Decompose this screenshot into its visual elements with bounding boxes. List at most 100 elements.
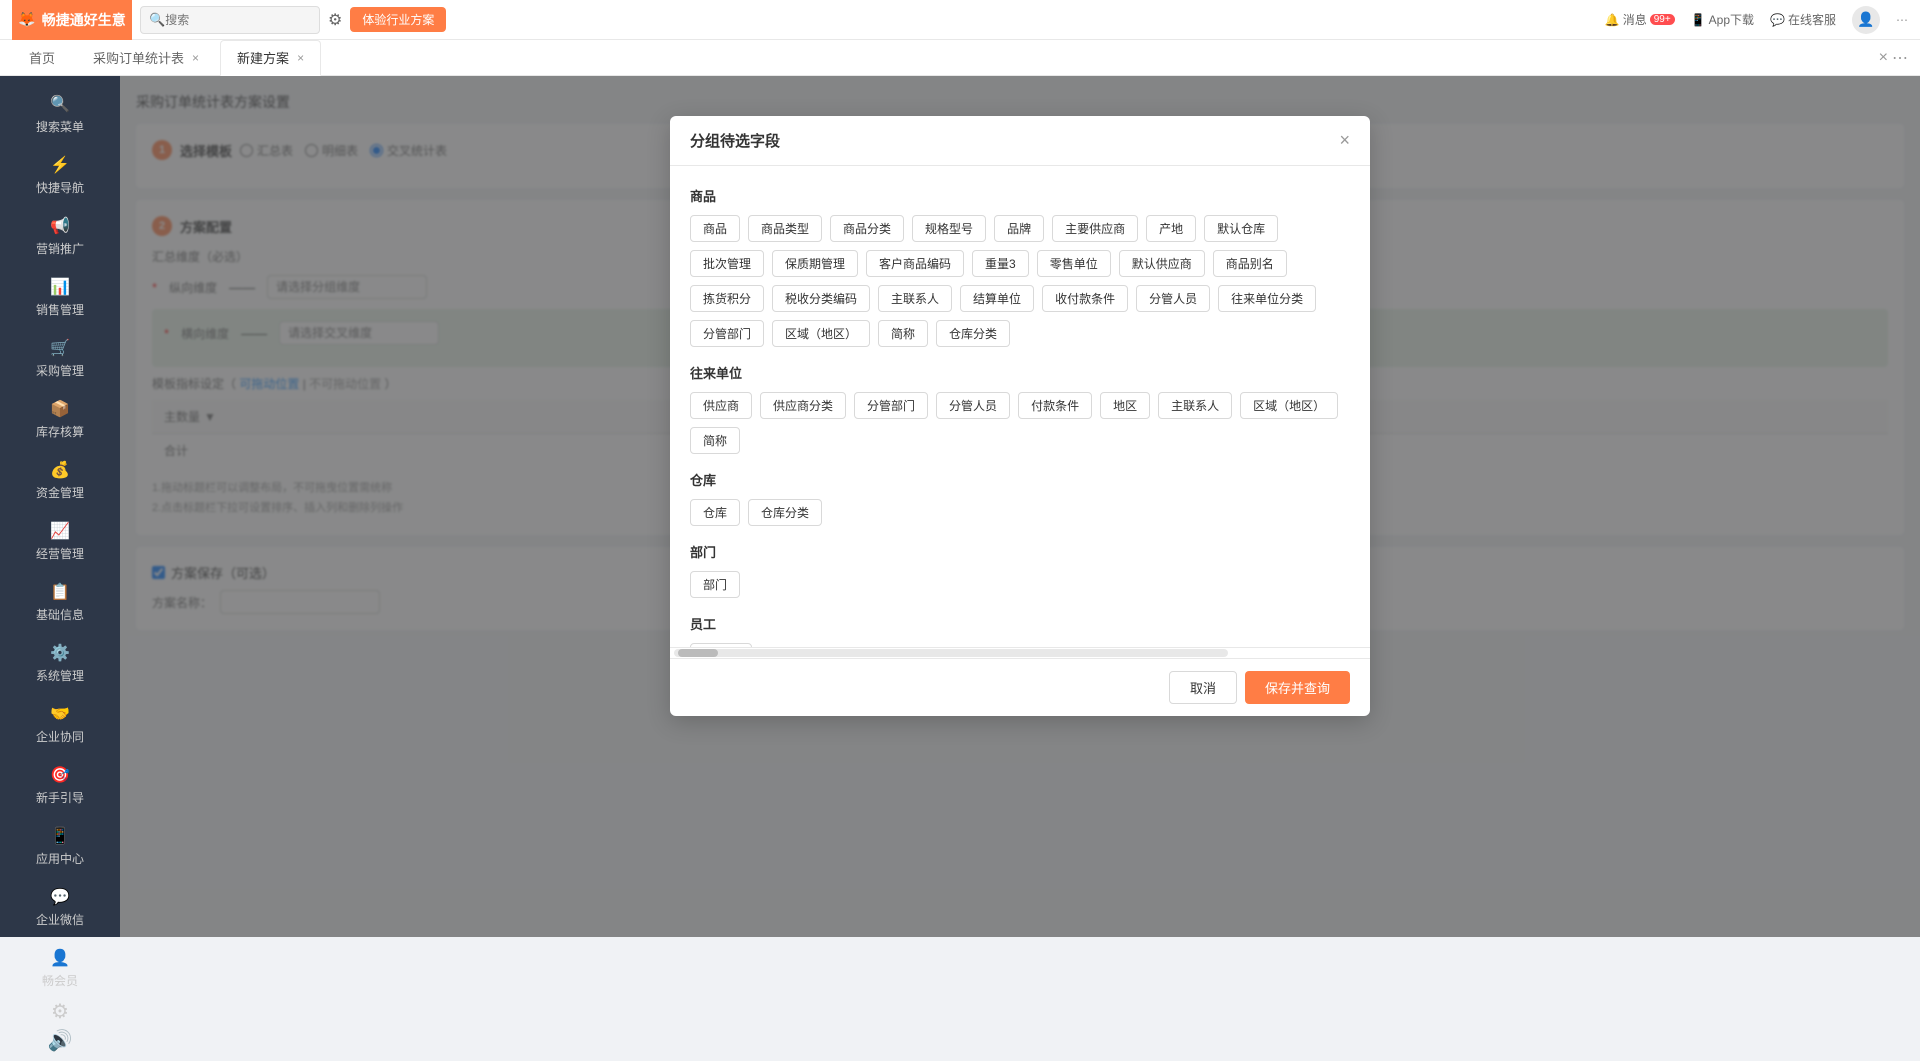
operations-icon: 📈	[50, 521, 70, 541]
tag-分管部门[interactable]: 分管部门	[854, 392, 928, 419]
notification-label: 消息	[1623, 11, 1647, 28]
search-bar[interactable]: 🔍	[140, 6, 320, 34]
tag-供应商分类[interactable]: 供应商分类	[760, 392, 846, 419]
tag-客户商品编码[interactable]: 客户商品编码	[866, 250, 964, 277]
search-input[interactable]	[165, 13, 295, 27]
volume-icon[interactable]: 🔊	[48, 1028, 73, 1053]
avatar[interactable]: 👤	[1852, 6, 1880, 34]
sidebar-item-newbie-label: 新手引导	[36, 789, 84, 806]
app-download-area[interactable]: 📱 App下载	[1691, 11, 1754, 28]
tab-home[interactable]: 首页	[12, 40, 72, 76]
logo-area: 🦊 畅捷通好生意	[12, 0, 132, 40]
sidebar-item-wechat[interactable]: 💬 企业微信	[0, 877, 120, 938]
tag-品牌[interactable]: 品牌	[994, 215, 1044, 242]
expand-icon[interactable]: ⋯	[1896, 13, 1908, 27]
system-icon: ⚙️	[50, 643, 70, 663]
modal-close-btn[interactable]: ×	[1339, 130, 1350, 151]
tag-主要供应商[interactable]: 主要供应商	[1052, 215, 1138, 242]
settings-bottom-icon[interactable]: ⚙	[51, 999, 69, 1024]
tag-产地[interactable]: 产地	[1146, 215, 1196, 242]
tag-商品别名[interactable]: 商品别名	[1213, 250, 1287, 277]
tag-仓库分类[interactable]: 仓库分类	[936, 320, 1010, 347]
tag-group-department: 部门	[690, 571, 1350, 598]
settings-icon[interactable]: ⚙	[328, 10, 342, 30]
sidebar-item-finance[interactable]: 💰 资金管理	[0, 450, 120, 511]
sidebar-item-operations[interactable]: 📈 经营管理	[0, 511, 120, 572]
tag-仓库[interactable]: 仓库	[690, 499, 740, 526]
search-menu-icon: 🔍	[50, 94, 70, 114]
modal-footer: 取消 保存并查询	[670, 658, 1370, 716]
tab-bar: 首页 采购订单统计表 × 新建方案 × × ⋯	[0, 40, 1920, 76]
top-bar-left: 🦊 畅捷通好生意 🔍 ⚙ 体验行业方案	[12, 0, 446, 40]
tag-分管部门[interactable]: 分管部门	[690, 320, 764, 347]
tag-地区[interactable]: 地区	[1100, 392, 1150, 419]
sidebar-item-quicknav[interactable]: ⚡ 快捷导航	[0, 145, 120, 206]
tab-purchase-stats-close[interactable]: ×	[192, 51, 199, 65]
sidebar-item-member-label: 畅会员	[42, 972, 78, 989]
tag-保质期管理[interactable]: 保质期管理	[772, 250, 858, 277]
tag-主联系人[interactable]: 主联系人	[878, 285, 952, 312]
app-download-label: App下载	[1709, 11, 1754, 28]
confirm-button[interactable]: 保存并查询	[1245, 671, 1350, 704]
app-icon: 🦊	[18, 11, 35, 28]
sidebar-item-inventory[interactable]: 📦 库存核算	[0, 389, 120, 450]
tab-close-all[interactable]: ×	[1879, 49, 1888, 67]
tab-new-plan-close[interactable]: ×	[297, 51, 304, 65]
tag-往来单位分类[interactable]: 往来单位分类	[1218, 285, 1316, 312]
tag-默认供应商[interactable]: 默认供应商	[1119, 250, 1205, 277]
tag-简称[interactable]: 简称	[878, 320, 928, 347]
cancel-button[interactable]: 取消	[1169, 671, 1237, 704]
tab-purchase-stats[interactable]: 采购订单统计表 ×	[76, 40, 216, 76]
tag-区域（地区）[interactable]: 区域（地区）	[1240, 392, 1338, 419]
tag-商品类型[interactable]: 商品类型	[748, 215, 822, 242]
tag-批次管理[interactable]: 批次管理	[690, 250, 764, 277]
tag-主联系人[interactable]: 主联系人	[1158, 392, 1232, 419]
tab-new-plan[interactable]: 新建方案 ×	[220, 40, 321, 76]
sidebar-item-enterprise-label: 企业协同	[36, 728, 84, 745]
sidebar-item-purchase[interactable]: 🛒 采购管理	[0, 328, 120, 389]
tag-简称[interactable]: 简称	[690, 427, 740, 454]
tag-商品分类[interactable]: 商品分类	[830, 215, 904, 242]
sidebar-item-enterprise[interactable]: 🤝 企业协同	[0, 694, 120, 755]
tag-规格型号[interactable]: 规格型号	[912, 215, 986, 242]
tag-商品[interactable]: 商品	[690, 215, 740, 242]
notification-area[interactable]: 🔔 消息 99+	[1605, 11, 1675, 28]
tag-供应商[interactable]: 供应商	[690, 392, 752, 419]
tab-home-label: 首页	[29, 48, 55, 67]
sidebar-item-appcenter[interactable]: 📱 应用中心	[0, 816, 120, 877]
experience-btn[interactable]: 体验行业方案	[350, 7, 446, 32]
sidebar-item-marketing[interactable]: 📢 营销推广	[0, 206, 120, 267]
sidebar-item-sales[interactable]: 📊 销售管理	[0, 267, 120, 328]
sidebar-item-marketing-label: 营销推广	[36, 240, 84, 257]
modal-header: 分组待选字段 ×	[670, 116, 1370, 166]
tag-仓库分类[interactable]: 仓库分类	[748, 499, 822, 526]
sidebar-item-system-label: 系统管理	[36, 667, 84, 684]
sidebar-item-search[interactable]: 🔍 搜索菜单	[0, 84, 120, 145]
newbie-icon: 🎯	[50, 765, 70, 785]
online-service-label: 在线客服	[1788, 11, 1836, 28]
hscroll-track	[674, 649, 1228, 657]
sidebar-item-newbie[interactable]: 🎯 新手引导	[0, 755, 120, 816]
sidebar-item-member[interactable]: 👤 畅会员	[0, 938, 120, 999]
tag-默认仓库[interactable]: 默认仓库	[1204, 215, 1278, 242]
online-service-area[interactable]: 💬 在线客服	[1770, 11, 1836, 28]
tag-分管人员[interactable]: 分管人员	[936, 392, 1010, 419]
modal: 分组待选字段 × 商品商品商品类型商品分类规格型号品牌主要供应商产地默认仓库批次…	[670, 116, 1370, 716]
tag-区域（地区）[interactable]: 区域（地区）	[772, 320, 870, 347]
tab-expand-icon[interactable]: ⋯	[1892, 48, 1908, 68]
finance-icon: 💰	[50, 460, 70, 480]
tag-拣货积分[interactable]: 拣货积分	[690, 285, 764, 312]
appcenter-icon: 📱	[50, 826, 70, 846]
tag-零售单位[interactable]: 零售单位	[1037, 250, 1111, 277]
hscroll-thumb[interactable]	[678, 649, 718, 657]
tag-分管人员[interactable]: 分管人员	[1136, 285, 1210, 312]
tag-重量3[interactable]: 重量3	[972, 250, 1029, 277]
modal-hscroll[interactable]	[670, 647, 1370, 658]
sidebar-item-basic[interactable]: 📋 基础信息	[0, 572, 120, 633]
tag-税收分类编码[interactable]: 税收分类编码	[772, 285, 870, 312]
tag-收付款条件[interactable]: 收付款条件	[1042, 285, 1128, 312]
tag-付款条件[interactable]: 付款条件	[1018, 392, 1092, 419]
tag-部门[interactable]: 部门	[690, 571, 740, 598]
sidebar-item-system[interactable]: ⚙️ 系统管理	[0, 633, 120, 694]
tag-结算单位[interactable]: 结算单位	[960, 285, 1034, 312]
